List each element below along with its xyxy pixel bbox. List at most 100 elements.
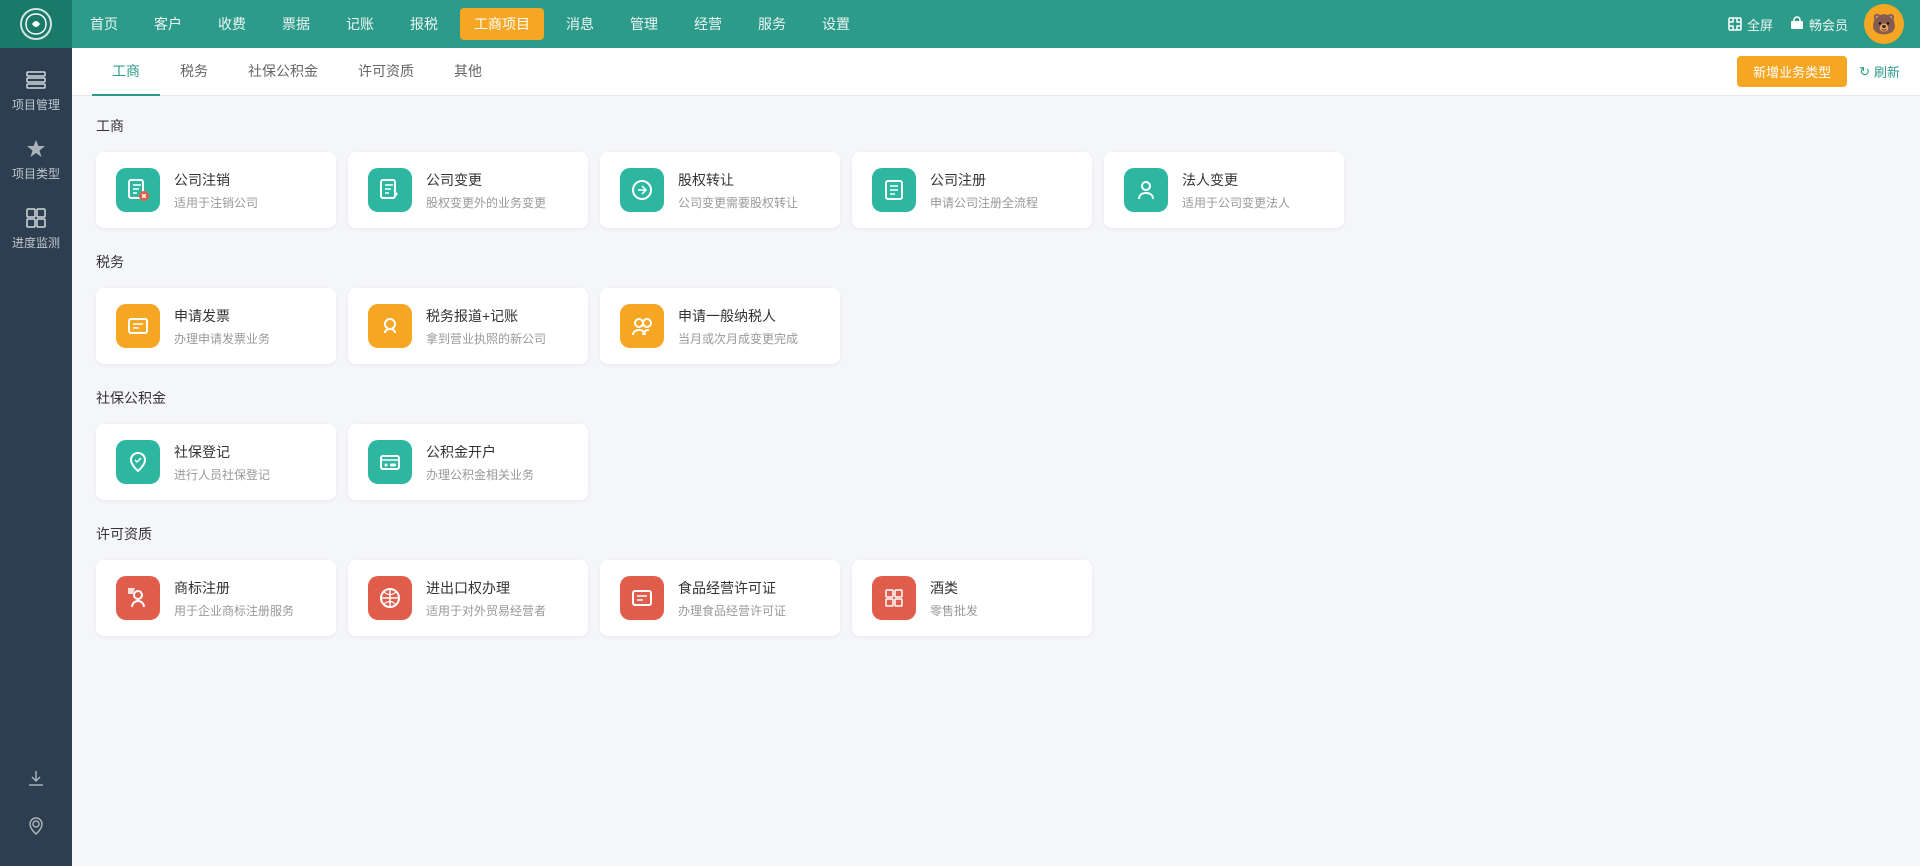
card-general-taxpayer[interactable]: 申请一般纳税人 当月或次月成变更完成	[600, 288, 840, 364]
logo[interactable]	[0, 0, 72, 48]
company-cancel-title: 公司注销	[174, 170, 258, 190]
company-register-desc: 申请公司注册全流程	[930, 194, 1038, 211]
fullscreen-label: 全屏	[1747, 15, 1773, 34]
social-insurance-register-info: 社保登记 进行人员社保登记	[174, 442, 270, 483]
sidebar-bottom	[20, 754, 52, 866]
vip-btn[interactable]: 畅会员	[1789, 15, 1848, 34]
tax-report-desc: 拿到营业执照的新公司	[426, 330, 546, 347]
sidebar-progress-monitor-label: 进度监测	[12, 234, 60, 251]
legal-change-title: 法人变更	[1182, 170, 1290, 190]
card-company-change[interactable]: 公司变更 股权变更外的业务变更	[348, 152, 588, 228]
nav-settings[interactable]: 设置	[804, 0, 868, 48]
company-register-info: 公司注册 申请公司注册全流程	[930, 170, 1038, 211]
progress-monitor-icon	[24, 206, 48, 230]
nav-tax-report[interactable]: 报税	[392, 0, 456, 48]
card-provident-fund[interactable]: 公积金开户 办理公积金相关业务	[348, 424, 588, 500]
nav-operation[interactable]: 经营	[676, 0, 740, 48]
liquor-desc: 零售批发	[930, 602, 978, 619]
card-company-cancel[interactable]: 公司注销 适用于注销公司	[96, 152, 336, 228]
section-title-social-insurance: 社保公积金	[96, 388, 1896, 408]
nav-ticket[interactable]: 票据	[264, 0, 328, 48]
sidebar-item-project-management[interactable]: 项目管理	[0, 56, 72, 125]
card-import-export[interactable]: 进出口权办理 适用于对外贸易经营者	[348, 560, 588, 636]
provident-fund-title: 公积金开户	[426, 442, 534, 462]
refresh-icon: ↻	[1859, 64, 1870, 80]
tab-tax[interactable]: 税务	[160, 48, 228, 96]
equity-transfer-title: 股权转让	[678, 170, 798, 190]
legal-change-desc: 适用于公司变更法人	[1182, 194, 1290, 211]
company-change-desc: 股权变更外的业务变更	[426, 194, 546, 211]
logo-icon	[20, 8, 52, 40]
liquor-icon	[872, 576, 916, 620]
fullscreen-btn[interactable]: 全屏	[1727, 15, 1773, 34]
refresh-button[interactable]: ↻ 刷新	[1859, 62, 1900, 81]
project-type-icon	[24, 137, 48, 161]
nav-message[interactable]: 消息	[548, 0, 612, 48]
card-tax-report[interactable]: 税务报道+记账 拿到营业执照的新公司	[348, 288, 588, 364]
nav-industrial[interactable]: 工商项目	[460, 8, 544, 40]
new-business-type-button[interactable]: 新增业务类型	[1737, 56, 1847, 87]
social-insurance-cards: 社保登记 进行人员社保登记 公积金开户	[96, 424, 1896, 500]
sidebar-item-progress-monitor[interactable]: 进度监测	[0, 194, 72, 263]
nav-fee[interactable]: 收费	[200, 0, 264, 48]
card-legal-change[interactable]: 法人变更 适用于公司变更法人	[1104, 152, 1344, 228]
card-trademark[interactable]: 商标注册 用于企业商标注册服务	[96, 560, 336, 636]
nav-service[interactable]: 服务	[740, 0, 804, 48]
tax-report-icon	[368, 304, 412, 348]
sidebar-location-btn[interactable]	[20, 802, 52, 850]
card-liquor[interactable]: 酒类 零售批发	[852, 560, 1092, 636]
food-license-icon	[620, 576, 664, 620]
section-title-industrial: 工商	[96, 116, 1896, 136]
company-change-icon	[368, 168, 412, 212]
sidebar-download-btn[interactable]	[20, 754, 52, 802]
content-area: 工商 税务 社保公积金 许可资质 其他 新增业务类型 ↻ 刷新 工商	[72, 48, 1920, 866]
company-change-info: 公司变更 股权变更外的业务变更	[426, 170, 546, 211]
company-cancel-desc: 适用于注销公司	[174, 194, 258, 211]
tab-industrial[interactable]: 工商	[92, 48, 160, 96]
provident-fund-desc: 办理公积金相关业务	[426, 466, 534, 483]
nav-items: 首页 客户 收费 票据 记账 报税 工商项目 消息 管理 经营 服务 设置	[72, 0, 1727, 48]
scrollable-content[interactable]: 工商 公司注销 适用于注销公司	[72, 96, 1920, 866]
nav-management[interactable]: 管理	[612, 0, 676, 48]
trademark-desc: 用于企业商标注册服务	[174, 602, 294, 619]
refresh-label: 刷新	[1874, 62, 1900, 81]
vip-label: 畅会员	[1809, 15, 1848, 34]
sidebar-item-project-type[interactable]: 项目类型	[0, 125, 72, 194]
tax-report-info: 税务报道+记账 拿到营业执照的新公司	[426, 306, 546, 347]
import-export-info: 进出口权办理 适用于对外贸易经营者	[426, 578, 546, 619]
food-license-title: 食品经营许可证	[678, 578, 786, 598]
company-register-icon	[872, 168, 916, 212]
general-taxpayer-info: 申请一般纳税人 当月或次月成变更完成	[678, 306, 798, 347]
card-company-register[interactable]: 公司注册 申请公司注册全流程	[852, 152, 1092, 228]
sidebar-project-management-label: 项目管理	[12, 96, 60, 113]
nav-bookkeeping[interactable]: 记账	[328, 0, 392, 48]
download-icon	[24, 766, 48, 790]
social-insurance-register-icon	[116, 440, 160, 484]
tab-social-insurance[interactable]: 社保公积金	[228, 48, 338, 96]
card-food-license[interactable]: 食品经营许可证 办理食品经营许可证	[600, 560, 840, 636]
tab-qualification[interactable]: 许可资质	[338, 48, 434, 96]
sidebar: 项目管理 项目类型 进度监测	[0, 48, 72, 866]
section-title-qualification: 许可资质	[96, 524, 1896, 544]
trademark-title: 商标注册	[174, 578, 294, 598]
import-export-icon	[368, 576, 412, 620]
top-navigation: 首页 客户 收费 票据 记账 报税 工商项目 消息 管理 经营 服务 设置 全屏…	[0, 0, 1920, 48]
tab-bar: 工商 税务 社保公积金 许可资质 其他 新增业务类型 ↻ 刷新	[72, 48, 1920, 96]
general-taxpayer-icon	[620, 304, 664, 348]
equity-transfer-icon	[620, 168, 664, 212]
company-cancel-info: 公司注销 适用于注销公司	[174, 170, 258, 211]
card-apply-invoice[interactable]: 申请发票 办理申请发票业务	[96, 288, 336, 364]
tab-actions: 新增业务类型 ↻ 刷新	[1737, 56, 1900, 87]
nav-customer[interactable]: 客户	[136, 0, 200, 48]
food-license-desc: 办理食品经营许可证	[678, 602, 786, 619]
legal-change-info: 法人变更 适用于公司变更法人	[1182, 170, 1290, 211]
mascot-avatar[interactable]: 🐻	[1864, 4, 1904, 44]
equity-transfer-info: 股权转让 公司变更需要股权转让	[678, 170, 798, 211]
company-register-title: 公司注册	[930, 170, 1038, 190]
general-taxpayer-title: 申请一般纳税人	[678, 306, 798, 326]
tab-other[interactable]: 其他	[434, 48, 502, 96]
card-social-insurance-register[interactable]: 社保登记 进行人员社保登记	[96, 424, 336, 500]
card-equity-transfer[interactable]: 股权转让 公司变更需要股权转让	[600, 152, 840, 228]
nav-home[interactable]: 首页	[72, 0, 136, 48]
qualification-cards: 商标注册 用于企业商标注册服务 进出口权办理	[96, 560, 1896, 636]
